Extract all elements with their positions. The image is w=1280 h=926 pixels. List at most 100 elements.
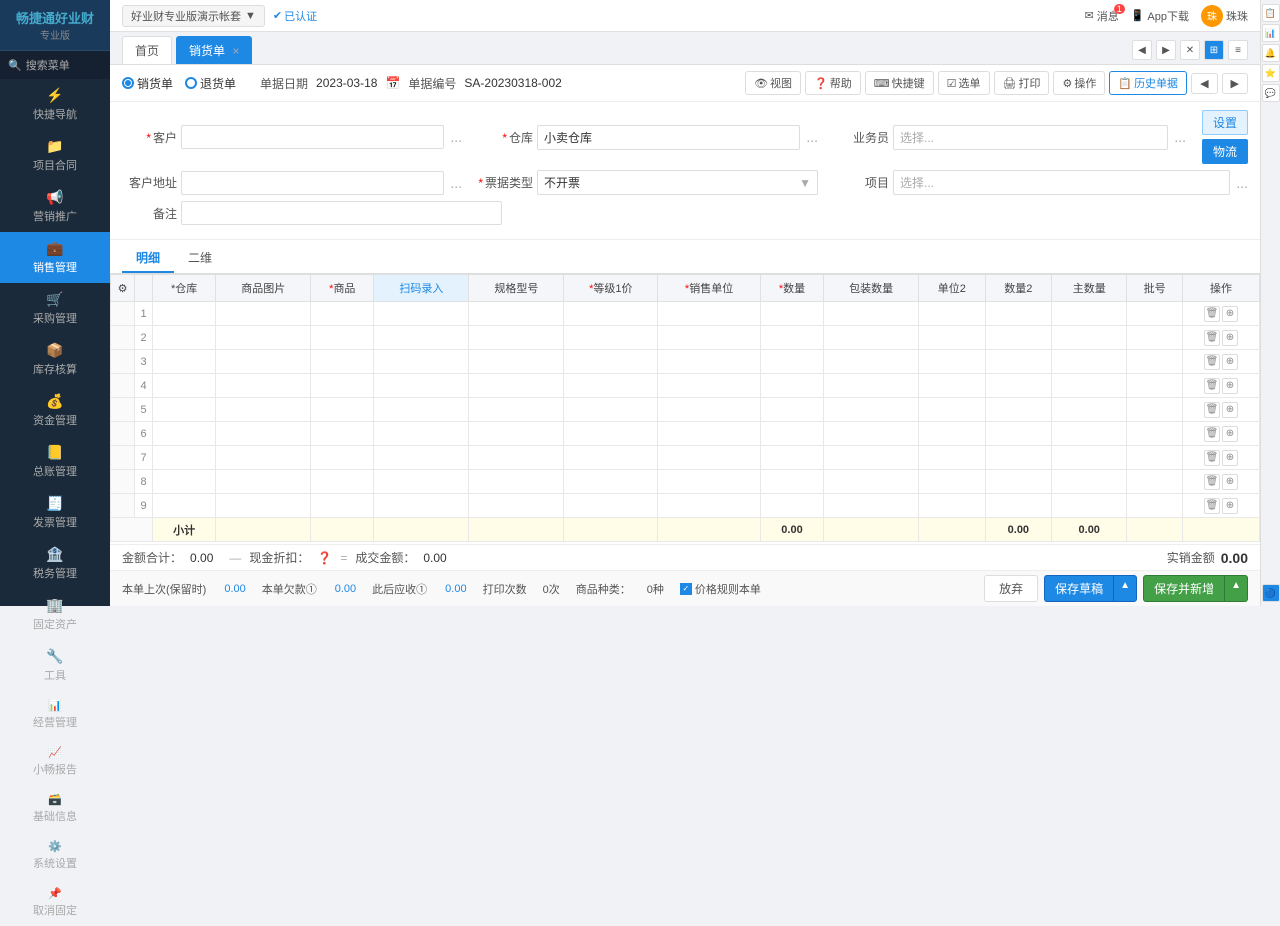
row-unit2-cell[interactable]	[919, 302, 986, 326]
row-batch-cell[interactable]	[1127, 470, 1183, 494]
row-warehouse-cell[interactable]	[153, 470, 216, 494]
row-unit2-cell[interactable]	[919, 350, 986, 374]
row-scan-cell[interactable]	[374, 374, 469, 398]
row-qty2-cell[interactable]	[985, 374, 1052, 398]
company-selector[interactable]: 好业财专业版演示帐套 ▼	[122, 5, 265, 27]
row-qty-cell[interactable]	[760, 302, 823, 326]
row-product-img-cell[interactable]	[216, 374, 311, 398]
row-scan-cell[interactable]	[374, 422, 469, 446]
sidebar-item-purchase[interactable]: 🛒 采购管理	[0, 283, 110, 334]
warehouse-dots[interactable]: ...	[806, 129, 818, 145]
row-unit2-cell[interactable]	[919, 326, 986, 350]
row-product-img-cell[interactable]	[216, 494, 311, 518]
row-sales-unit-cell[interactable]	[658, 422, 761, 446]
row-copy-button[interactable]: ⊕	[1222, 330, 1238, 346]
row-grade-price-cell[interactable]	[564, 494, 658, 518]
customer-input[interactable]	[181, 125, 444, 149]
row-main-qty-cell[interactable]	[1052, 302, 1127, 326]
row-warehouse-cell[interactable]	[153, 326, 216, 350]
tab-next-button[interactable]: ▶	[1156, 40, 1176, 60]
salesperson-dots[interactable]: ...	[1174, 129, 1186, 145]
messages-button[interactable]: ✉ 消息 1	[1085, 8, 1119, 24]
save-new-main-button[interactable]: 保存并新增	[1143, 575, 1224, 602]
row-copy-button[interactable]: ⊕	[1222, 402, 1238, 418]
row-qty2-cell[interactable]	[985, 422, 1052, 446]
help-circle-icon[interactable]: ❓	[317, 551, 332, 565]
row-qty2-cell[interactable]	[985, 446, 1052, 470]
row-sales-unit-cell[interactable]	[658, 302, 761, 326]
row-product-cell[interactable]	[311, 326, 374, 350]
row-sales-unit-cell[interactable]	[658, 494, 761, 518]
rp-btn-1[interactable]: 📋	[1262, 4, 1280, 22]
row-qty-cell[interactable]	[760, 470, 823, 494]
sidebar-item-inventory[interactable]: 📦 库存核算	[0, 334, 110, 385]
row-grade-price-cell[interactable]	[564, 374, 658, 398]
row-delete-button[interactable]: 🗑	[1204, 378, 1220, 394]
sidebar-item-settings[interactable]: ⚙️ 系统设置	[0, 832, 110, 879]
row-pack-qty-cell[interactable]	[824, 422, 919, 446]
detail-tab-2d[interactable]: 二维	[174, 244, 226, 273]
tab-sales-order[interactable]: 销货单 ×	[176, 36, 252, 64]
row-spec-cell[interactable]	[469, 374, 564, 398]
row-delete-button[interactable]: 🗑	[1204, 402, 1220, 418]
sidebar-item-tax[interactable]: 🏦 税务管理	[0, 538, 110, 589]
row-qty2-cell[interactable]	[985, 470, 1052, 494]
project-dots[interactable]: ...	[1236, 175, 1248, 191]
tab-grid-view-button[interactable]: ⊞	[1204, 40, 1224, 60]
help-button[interactable]: ❓ 帮助	[805, 71, 861, 95]
row-main-qty-cell[interactable]	[1052, 470, 1127, 494]
date-value[interactable]: 2023-03-18	[316, 76, 377, 90]
col-settings[interactable]: ⚙	[111, 275, 135, 302]
row-grade-price-cell[interactable]	[564, 326, 658, 350]
row-unit2-cell[interactable]	[919, 470, 986, 494]
row-product-cell[interactable]	[311, 374, 374, 398]
calendar-icon[interactable]: 📅	[385, 76, 400, 90]
row-unit2-cell[interactable]	[919, 422, 986, 446]
row-pack-qty-cell[interactable]	[824, 302, 919, 326]
row-spec-cell[interactable]	[469, 326, 564, 350]
row-warehouse-cell[interactable]	[153, 446, 216, 470]
row-unit2-cell[interactable]	[919, 398, 986, 422]
sidebar-item-ops[interactable]: 📊 经营管理	[0, 691, 110, 738]
row-qty-cell[interactable]	[760, 398, 823, 422]
row-qty-cell[interactable]	[760, 422, 823, 446]
rp-btn-4[interactable]: ⭐	[1262, 64, 1280, 82]
detail-tab-list[interactable]: 明细	[122, 244, 174, 273]
row-qty2-cell[interactable]	[985, 350, 1052, 374]
customer-addr-dots[interactable]: ...	[450, 175, 462, 191]
row-product-cell[interactable]	[311, 398, 374, 422]
price-check-checkbox[interactable]: ✓ 价格规则本单	[680, 581, 761, 597]
row-copy-button[interactable]: ⊕	[1222, 306, 1238, 322]
row-product-cell[interactable]	[311, 470, 374, 494]
row-main-qty-cell[interactable]	[1052, 374, 1127, 398]
row-spec-cell[interactable]	[469, 494, 564, 518]
row-batch-cell[interactable]	[1127, 374, 1183, 398]
row-scan-cell[interactable]	[374, 470, 469, 494]
ops-button[interactable]: ⚙ 操作	[1053, 71, 1105, 95]
row-product-img-cell[interactable]	[216, 446, 311, 470]
row-grade-price-cell[interactable]	[564, 470, 658, 494]
print-button[interactable]: 🖨 打印	[994, 71, 1050, 95]
row-qty2-cell[interactable]	[985, 398, 1052, 422]
sidebar-item-basic[interactable]: 🗃️ 基础信息	[0, 785, 110, 832]
setup-button[interactable]: 设置	[1202, 110, 1248, 135]
row-qty2-cell[interactable]	[985, 326, 1052, 350]
row-delete-button[interactable]: 🗑	[1204, 330, 1220, 346]
row-pack-qty-cell[interactable]	[824, 374, 919, 398]
row-copy-button[interactable]: ⊕	[1222, 426, 1238, 442]
row-product-cell[interactable]	[311, 350, 374, 374]
row-delete-button[interactable]: 🗑	[1204, 354, 1220, 370]
row-product-img-cell[interactable]	[216, 398, 311, 422]
row-spec-cell[interactable]	[469, 302, 564, 326]
tab-close-icon[interactable]: ×	[232, 44, 239, 58]
row-pack-qty-cell[interactable]	[824, 470, 919, 494]
row-product-cell[interactable]	[311, 422, 374, 446]
row-batch-cell[interactable]	[1127, 326, 1183, 350]
row-scan-cell[interactable]	[374, 350, 469, 374]
user-avatar[interactable]: 珠 珠珠	[1201, 5, 1248, 27]
row-product-cell[interactable]	[311, 446, 374, 470]
invoice-type-select[interactable]: 不开票 ▼	[537, 170, 818, 195]
sidebar-item-quick-nav[interactable]: ⚡ 快捷导航	[0, 79, 110, 130]
row-spec-cell[interactable]	[469, 398, 564, 422]
sidebar-item-marketing[interactable]: 📢 营销推广	[0, 181, 110, 232]
